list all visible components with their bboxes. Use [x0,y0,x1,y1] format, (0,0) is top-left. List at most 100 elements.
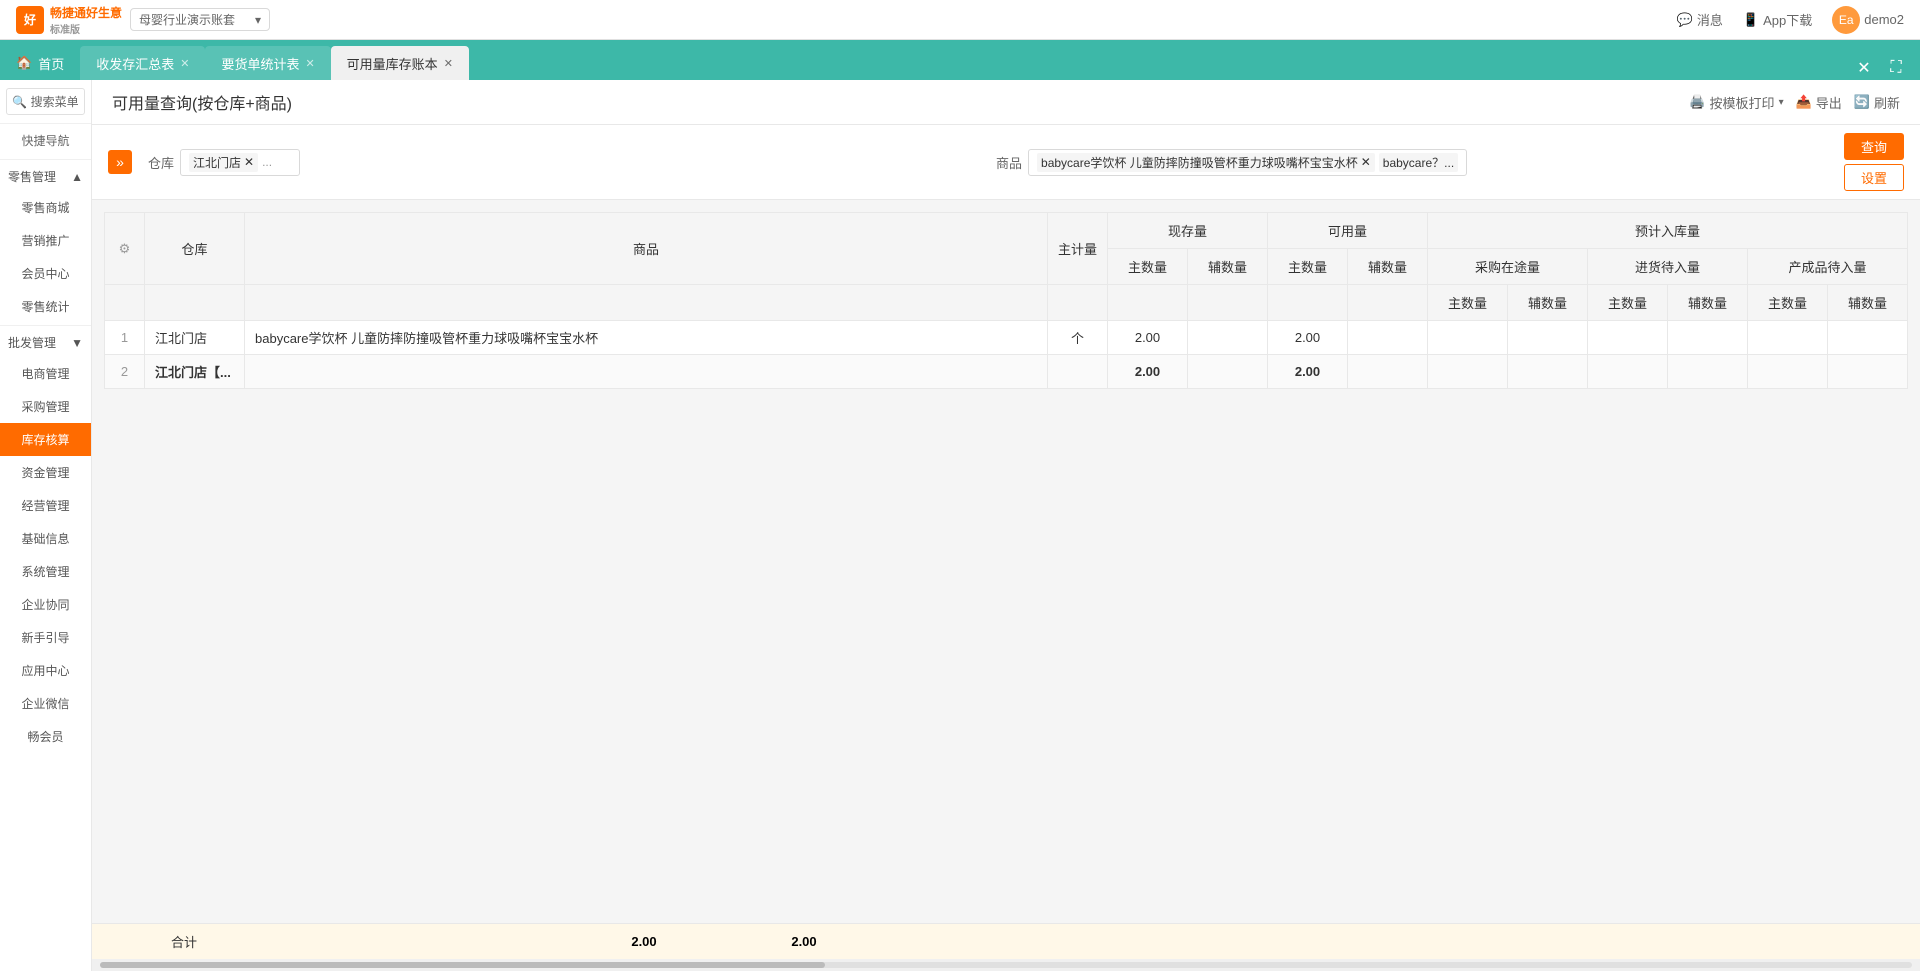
settings-icon[interactable]: ⚙ [119,241,131,256]
search-menu-label: 搜索菜单 [31,95,79,109]
tab-requisition-close[interactable]: ✕ [305,57,314,70]
tab-home[interactable]: 🏠 首页 [0,46,80,80]
tab-inventory[interactable]: 可用量库存账本 ✕ [331,46,469,80]
row-1-prod-main [1748,321,1828,355]
row-2-index: 2 [105,355,145,389]
sidebar-item-enterprise-wechat[interactable]: 企业微信 [0,687,91,720]
refresh-button[interactable]: 🔄 刷新 [1854,93,1900,112]
th-product-aux: 辅数量 [1828,285,1908,321]
quick-nav-label: 快捷导航 [21,132,69,149]
sidebar-item-enterprise[interactable]: 企业协同 [0,588,91,621]
setting-button[interactable]: 设置 [1844,164,1904,191]
tab-receivable-label: 收发存汇总表 [96,54,174,73]
horizontal-scrollbar[interactable] [92,959,1920,971]
sidebar-item-retail-stats[interactable]: 零售统计 [0,290,91,323]
template-print-button[interactable]: 🖨️ 按模板打印 ▾ [1689,93,1783,112]
product-filter-group: 商品 babycare学饮杯 儿童防摔防撞吸管杯重力球吸嘴杯宝宝水杯 ✕ bab… [996,149,1828,176]
th-available: 可用量 [1268,213,1428,249]
footer-label: 合计 [104,932,264,951]
sidebar-item-basic-info[interactable]: 基础信息 [0,522,91,555]
warehouse-more[interactable]: ... [262,155,272,169]
row-2-purch-aux [1508,355,1588,389]
sidebar-item-ecommerce[interactable]: 电商管理 [0,357,91,390]
sidebar-item-wholesale[interactable]: 批发管理 ▼ [0,328,91,357]
ecommerce-label: 电商管理 [21,365,69,382]
row-1-product: babycare学饮杯 儿童防摔防撞吸管杯重力球吸嘴杯宝宝水杯 [245,321,1048,355]
scrollbar-track [100,962,1912,968]
page-header: 可用量查询(按仓库+商品) 🖨️ 按模板打印 ▾ 📤 导出 🔄 刷新 [92,80,1920,125]
sidebar: 🔍 搜索菜单 快捷导航 零售管理 ▲ 零售商城 营销推广 会员中心 零售统计 批… [0,80,92,971]
tab-requisition[interactable]: 要货单统计表 ✕ [205,46,330,80]
scrollbar-thumb[interactable] [100,962,825,968]
logo-name: 畅捷通好生意 [50,4,122,21]
row-2-inb-main [1588,355,1668,389]
sidebar-item-retail-mgmt[interactable]: 零售管理 ▲ [0,162,91,191]
tab-inventory-label: 可用量库存账本 [347,54,438,73]
row-1-avail-aux [1348,321,1428,355]
footer-product-spacer [264,934,544,949]
member-label: 会员中心 [21,265,69,282]
th-settings[interactable]: ⚙ [105,213,145,285]
retail-stats-label: 零售统计 [21,298,69,315]
sidebar-item-member[interactable]: 会员中心 [0,257,91,290]
template-print-label: 按模板打印 [1710,93,1775,112]
sidebar-item-operations[interactable]: 经营管理 [0,489,91,522]
expand-icon: » [116,154,124,170]
row-1-warehouse: 江北门店 [145,321,245,355]
row-1-curr-main: 2.00 [1108,321,1188,355]
sidebar-item-quick-nav[interactable]: 快捷导航 [0,124,91,157]
row-1-purch-main [1428,321,1508,355]
th-sub-main-unit [1048,285,1108,321]
sidebar-item-marketing[interactable]: 营销推广 [0,224,91,257]
tab-receivable[interactable]: 收发存汇总表 ✕ [80,46,205,80]
footer-curr-main: 2.00 [604,934,684,949]
user-area[interactable]: Ea demo2 [1832,6,1904,34]
sidebar-item-purchase[interactable]: 采购管理 [0,390,91,423]
th-avail-aux-qty: 辅数量 [1348,249,1428,285]
system-label: 系统管理 [21,563,69,580]
app-download-button[interactable]: 📱 App下载 [1743,10,1812,29]
filter-expand-button[interactable]: » [108,150,132,174]
sidebar-item-app-center[interactable]: 应用中心 [0,654,91,687]
search-icon: 🔍 [12,95,27,109]
th-sub-curr-aux [1188,285,1268,321]
warehouse-tag-close[interactable]: ✕ [244,155,254,169]
sidebar-item-member2[interactable]: 畅会员 [0,720,91,753]
row-2-prod-main [1748,355,1828,389]
sidebar-item-newbie[interactable]: 新手引导 [0,621,91,654]
product-tag-1-close[interactable]: ✕ [1361,155,1371,169]
th-sub-avail-main [1268,285,1348,321]
th-sub-warehouse [145,285,245,321]
marketing-label: 营销推广 [21,232,69,249]
top-bar-right: 💬 消息 📱 App下载 Ea demo2 [1677,6,1904,34]
sidebar-item-system[interactable]: 系统管理 [0,555,91,588]
app-download-label: App下载 [1763,10,1812,29]
sidebar-item-finance[interactable]: 资金管理 [0,456,91,489]
app-center-label: 应用中心 [21,662,69,679]
tab-inventory-close[interactable]: ✕ [444,57,453,70]
search-menu-button[interactable]: 🔍 搜索菜单 [6,88,85,115]
sidebar-item-inventory-check[interactable]: 库存核算 [0,423,91,456]
inventory-table: ⚙ 仓库 商品 主计量 现存量 [104,212,1908,389]
tab-receivable-close[interactable]: ✕ [180,57,189,70]
industry-selector[interactable]: 母婴行业演示账套 ▾ [130,8,270,31]
user-name: demo2 [1864,12,1904,27]
tab-collapse-button[interactable]: ✕ [1852,56,1876,80]
sidebar-item-retail-mall[interactable]: 零售商城 [0,191,91,224]
query-button[interactable]: 查询 [1844,133,1904,160]
tab-expand-button[interactable]: ⛶ [1884,56,1908,80]
newbie-label: 新手引导 [21,629,69,646]
warehouse-input[interactable]: 江北门店 ✕ ... [180,149,300,176]
message-label: 消息 [1697,10,1723,29]
refresh-label: 刷新 [1874,93,1900,112]
message-button[interactable]: 💬 消息 [1677,10,1723,29]
row-1-purch-aux [1508,321,1588,355]
product-tag-1: babycare学饮杯 儿童防摔防撞吸管杯重力球吸嘴杯宝宝水杯 ✕ [1037,153,1375,172]
product-input[interactable]: babycare学饮杯 儿童防摔防撞吸管杯重力球吸嘴杯宝宝水杯 ✕ babyca… [1028,149,1467,176]
th-purchase-aux: 辅数量 [1508,285,1588,321]
row-2-curr-main: 2.00 [1108,355,1188,389]
footer-curr-aux [684,934,764,949]
export-button[interactable]: 📤 导出 [1796,93,1842,112]
footer-prod-main [1244,934,1324,949]
footer-prod-aux [1324,934,1404,949]
